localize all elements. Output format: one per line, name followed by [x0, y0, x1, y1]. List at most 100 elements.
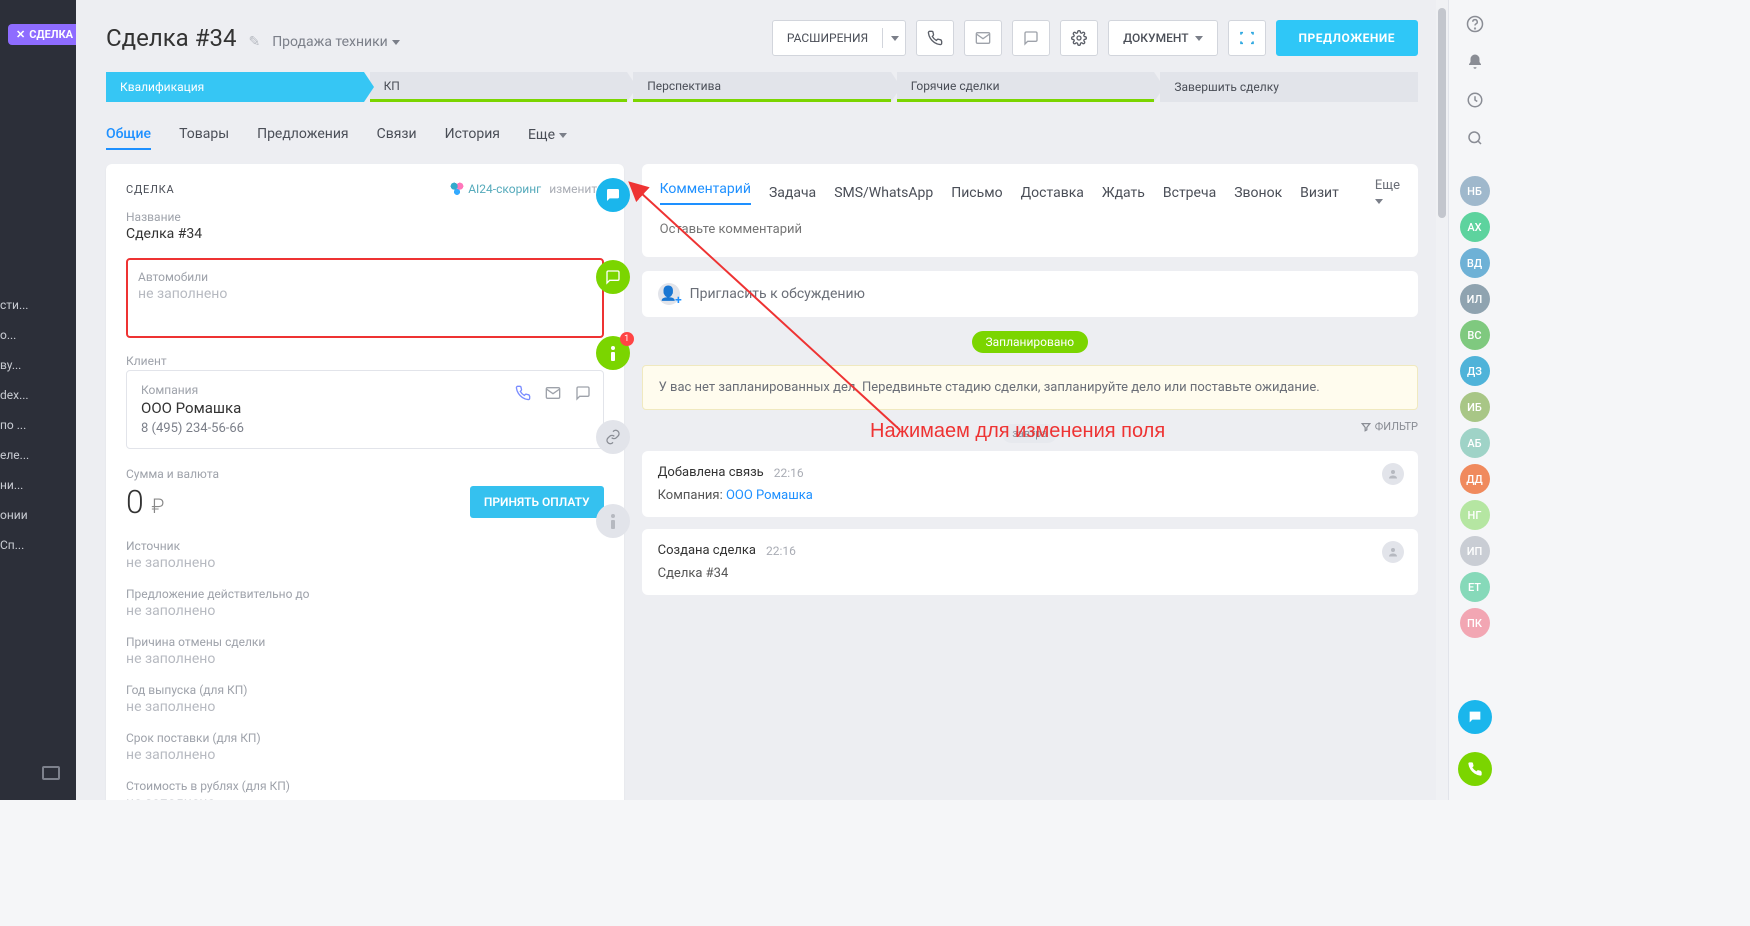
rail-avatar[interactable]: АБ: [1460, 428, 1490, 458]
stage-finish[interactable]: Завершить сделку: [1160, 72, 1418, 102]
stage-hot[interactable]: Горячие сделки: [897, 72, 1155, 102]
atab-mail[interactable]: Письмо: [951, 185, 1002, 201]
rail-avatar[interactable]: ИБ: [1460, 392, 1490, 422]
tab-proposals[interactable]: Предложения: [257, 120, 349, 150]
sidebar-item[interactable]: онии: [0, 500, 76, 530]
messenger-button[interactable]: [1458, 700, 1492, 734]
rail-avatar[interactable]: ЕТ: [1460, 572, 1490, 602]
client-company[interactable]: ООО Ромашка: [141, 399, 589, 417]
extensions-button[interactable]: РАСШИРЕНИЯ: [772, 20, 906, 56]
field-value[interactable]: не заполнено: [126, 555, 604, 571]
feed-item-created: Создана сделка22:16 Сделка #34: [642, 529, 1418, 595]
rail-avatar[interactable]: ДД: [1460, 464, 1490, 494]
bell-icon[interactable]: [1461, 48, 1489, 76]
field-label: Стоимость в рублях (для КП): [126, 779, 604, 793]
info-round-button[interactable]: [596, 504, 630, 538]
atab-visit[interactable]: Визит: [1300, 185, 1339, 201]
cars-highlight-box: Автомобили не заполнено: [126, 258, 604, 338]
atab-call[interactable]: Звонок: [1234, 185, 1282, 201]
rail-avatar[interactable]: АХ: [1460, 212, 1490, 242]
info-alert-round-button[interactable]: 1: [596, 336, 630, 370]
pipeline-selector[interactable]: Продажа техники: [272, 34, 400, 50]
tab-more[interactable]: Еще: [528, 120, 567, 150]
comment-input[interactable]: [660, 218, 1400, 241]
settings-button[interactable]: [1060, 20, 1098, 56]
name-value[interactable]: Сделка #34: [126, 226, 604, 242]
edit-title-icon[interactable]: ✎: [248, 34, 260, 50]
rail-avatar[interactable]: ВС: [1460, 320, 1490, 350]
sidebar-item[interactable]: еле...: [0, 440, 76, 470]
proposal-button[interactable]: ПРЕДЛОЖЕНИЕ: [1276, 20, 1418, 56]
rail-avatar[interactable]: ИЛ: [1460, 284, 1490, 314]
rail-avatar[interactable]: ВД: [1460, 248, 1490, 278]
rail-avatar[interactable]: ИП: [1460, 536, 1490, 566]
mail-icon[interactable]: [545, 385, 561, 401]
tab-general[interactable]: Общие: [106, 120, 151, 150]
close-icon[interactable]: ✕: [16, 28, 25, 41]
scrollbar-thumb[interactable]: [1438, 8, 1446, 218]
sidebar-item[interactable]: dex...: [0, 380, 76, 410]
deal-chip-label: СДЕЛКА: [29, 28, 73, 41]
cars-label: Автомобили: [138, 270, 592, 284]
client-phone[interactable]: 8 (495) 234-56-66: [141, 421, 589, 436]
print-icon[interactable]: [42, 766, 60, 780]
field-value[interactable]: не заполнено: [126, 747, 604, 763]
comment-round-button[interactable]: [596, 178, 630, 212]
tab-links[interactable]: Связи: [377, 120, 417, 150]
help-icon[interactable]: [1461, 10, 1489, 38]
rail-avatar[interactable]: НГ: [1460, 500, 1490, 530]
sidebar-item[interactable]: о...: [0, 320, 76, 350]
discuss-round-button[interactable]: [596, 260, 630, 294]
rail-avatar[interactable]: НБ: [1460, 176, 1490, 206]
feed-title: Добавлена связь: [658, 465, 764, 480]
chat-icon[interactable]: [575, 385, 591, 401]
ai-scoring-link[interactable]: AI24-скоринг: [450, 182, 541, 196]
phone-icon[interactable]: [515, 385, 531, 401]
sidebar-item[interactable]: по ...: [0, 410, 76, 440]
call-button[interactable]: [916, 20, 954, 56]
company-link[interactable]: ООО Ромашка: [726, 488, 813, 503]
email-button[interactable]: [964, 20, 1002, 56]
rail-avatar[interactable]: ДЗ: [1460, 356, 1490, 386]
link-round-button[interactable]: [596, 420, 630, 454]
stage-perspective[interactable]: Перспектива: [633, 72, 891, 102]
tab-history[interactable]: История: [445, 120, 500, 150]
deal-chip[interactable]: ✕ СДЕЛКА: [8, 24, 81, 45]
document-button[interactable]: ДОКУМЕНТ: [1108, 20, 1217, 56]
sidebar-item[interactable]: сти...: [0, 290, 76, 320]
atab-delivery[interactable]: Доставка: [1021, 185, 1084, 201]
field-value[interactable]: не заполнено: [126, 699, 604, 715]
atab-sms[interactable]: SMS/WhatsApp: [834, 185, 933, 201]
accept-payment-button[interactable]: ПРИНЯТЬ ОПЛАТУ: [470, 486, 604, 518]
sidebar-item[interactable]: ни...: [0, 470, 76, 500]
atab-comment[interactable]: Комментарий: [660, 181, 751, 205]
sidebar-item[interactable]: ву...: [0, 350, 76, 380]
stage-kp[interactable]: КП: [370, 72, 628, 102]
avatar-icon: [1382, 463, 1404, 485]
client-box[interactable]: Компания ООО Ромашка 8 (495) 234-56-66: [126, 370, 604, 449]
search-icon[interactable]: [1461, 124, 1489, 152]
atab-meeting[interactable]: Встреча: [1163, 185, 1216, 201]
field-value[interactable]: не заполнено: [126, 651, 604, 667]
status-planned: Запланировано: [972, 331, 1089, 353]
chat-button[interactable]: [1012, 20, 1050, 56]
history-icon[interactable]: [1461, 86, 1489, 114]
no-plans-warning: У вас нет запланированных дел. Передвинь…: [642, 365, 1418, 410]
feed-filter[interactable]: ФИЛЬТР: [1361, 420, 1418, 433]
sidebar-item[interactable]: Сп...: [0, 530, 76, 560]
atab-more[interactable]: Еще: [1375, 178, 1400, 208]
amount-value[interactable]: 0 ₽: [126, 483, 164, 521]
cars-value[interactable]: не заполнено: [138, 286, 592, 302]
dial-button[interactable]: [1458, 752, 1492, 786]
scan-button[interactable]: [1228, 20, 1266, 56]
field-label: Источник: [126, 539, 604, 553]
rail-avatar[interactable]: ПК: [1460, 608, 1490, 638]
amount-label: Сумма и валюта: [126, 467, 604, 481]
tab-products[interactable]: Товары: [179, 120, 229, 150]
stage-qualification[interactable]: Квалификация: [106, 72, 364, 102]
field-value[interactable]: не заполнено: [126, 795, 604, 800]
atab-task[interactable]: Задача: [769, 185, 816, 201]
atab-wait[interactable]: Ждать: [1102, 185, 1145, 201]
field-value[interactable]: не заполнено: [126, 603, 604, 619]
invite-box[interactable]: 👤+ Пригласить к обсуждению: [642, 271, 1418, 317]
